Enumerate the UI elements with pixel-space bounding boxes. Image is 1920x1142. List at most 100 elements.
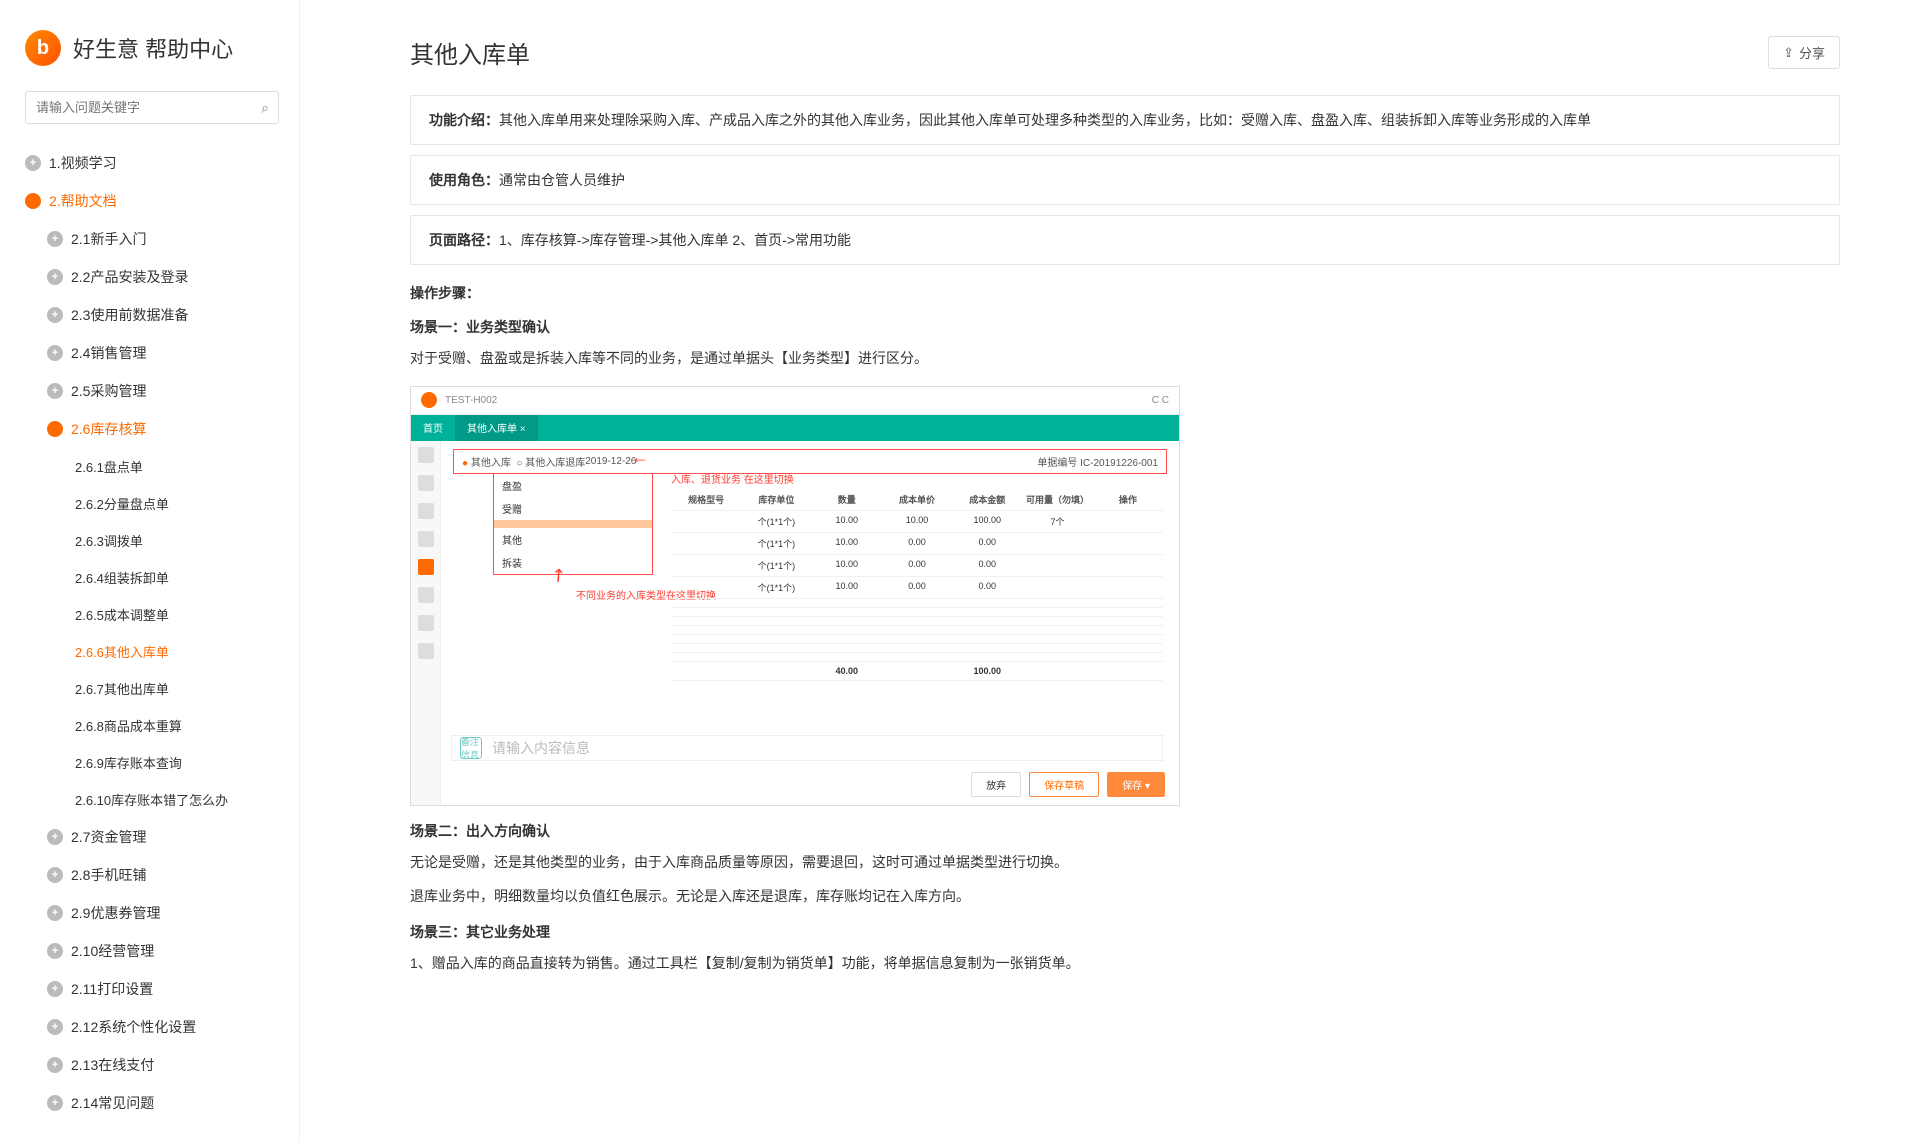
nav-2-3[interactable]: +2.3使用前数据准备: [25, 296, 279, 334]
search-input[interactable]: [25, 91, 279, 124]
nav-2-6-4[interactable]: 2.6.4组装拆卸单: [25, 559, 279, 596]
scene2-text2: 退库业务中，明细数量均以负值红色展示。无论是入库还是退库，库存账均记在入库方向。: [410, 885, 1840, 909]
nav-help-docs[interactable]: –2.帮助文档: [25, 182, 279, 220]
ss-logo-icon: [421, 392, 437, 408]
col: 成本金额: [952, 489, 1022, 510]
ss-tab-doc: 其他入库单 ×: [455, 415, 538, 441]
plus-icon: +: [47, 829, 63, 845]
nav-2-6-2[interactable]: 2.6.2分量盘点单: [25, 485, 279, 522]
rail-icon: [418, 643, 434, 659]
rail-icon: [418, 447, 434, 463]
logo-icon: b: [25, 30, 61, 66]
ss-tenant: TEST-H002: [445, 395, 497, 406]
plus-icon: +: [47, 905, 63, 921]
ss-type-row: ● 其他入库 ○ 其他入库退库 2019-12-26 单据编号 IC-20191…: [453, 449, 1167, 474]
nav-2-10[interactable]: +2.10经营管理: [25, 932, 279, 970]
role-box: 使用角色：通常由仓管人员维护: [410, 155, 1840, 205]
memo-icon: 备注信息: [460, 737, 482, 759]
intro-text: 其他入库单用来处理除采购入库、产成品入库之外的其他入库业务，因此其他入库单可处理…: [499, 112, 1591, 128]
share-button[interactable]: ⇪ 分享: [1768, 36, 1840, 69]
page-title: 其他入库单: [410, 35, 530, 70]
nav-2-7[interactable]: +2.7资金管理: [25, 818, 279, 856]
nav-label: 2.6库存核算: [71, 419, 146, 439]
scene2-title: 场景二：出入方向确认: [410, 821, 1840, 841]
ss-biztype-dropdown: 盘盈 受赠 其他 拆装: [493, 473, 653, 575]
nav-2-5[interactable]: +2.5采购管理: [25, 372, 279, 410]
nav-label: 2.6.3调拨单: [75, 531, 143, 550]
ss-memo: 备注信息 请输入内容信息: [451, 735, 1163, 761]
ss-date: 2019-12-26: [585, 456, 636, 467]
ss-docno: IC-20191226-001: [1080, 458, 1158, 469]
grid-row: [671, 644, 1163, 653]
ss-radio-return: 其他入库退库: [525, 458, 585, 469]
ss-user: C C: [1152, 395, 1169, 406]
nav-2-4[interactable]: +2.4销售管理: [25, 334, 279, 372]
nav-label: 2.4销售管理: [71, 343, 146, 363]
nav-label: 2.6.7其他出库单: [75, 679, 169, 698]
nav-2-6-10[interactable]: 2.6.10库存账本错了怎么办: [25, 781, 279, 818]
ss-appbar: TEST-H002 C C: [411, 387, 1179, 415]
grid-row: [671, 599, 1163, 608]
nav-2-2[interactable]: +2.2产品安装及登录: [25, 258, 279, 296]
col: 可用量（勿填）: [1022, 489, 1092, 510]
role-label: 使用角色：: [429, 172, 499, 188]
nav-label: 2.6.4组装拆卸单: [75, 568, 169, 587]
plus-icon: +: [47, 269, 63, 285]
nav-2-14[interactable]: +2.14常见问题: [25, 1084, 279, 1122]
scene2-text1: 无论是受赠，还是其他类型的业务，由于入库商品质量等原因，需要退回，这时可通过单据…: [410, 851, 1840, 875]
minus-icon: –: [47, 421, 63, 437]
nav-2-6-5[interactable]: 2.6.5成本调整单: [25, 596, 279, 633]
plus-icon: +: [47, 307, 63, 323]
plus-icon: +: [47, 383, 63, 399]
nav-2-8[interactable]: +2.8手机旺铺: [25, 856, 279, 894]
grid-row: [671, 653, 1163, 662]
nav-2-6-9[interactable]: 2.6.9库存账本查询: [25, 744, 279, 781]
nav-2-11[interactable]: +2.11打印设置: [25, 970, 279, 1008]
col: 操作: [1093, 489, 1163, 510]
grid-row: 个(1*1个)10.0010.00100.007个: [671, 511, 1163, 533]
nav-label: 2.6.1盘点单: [75, 457, 143, 476]
search-icon[interactable]: ⌕: [261, 99, 269, 116]
nav-2-6-6[interactable]: 2.6.6其他入库单: [25, 633, 279, 670]
logo-text: 好生意 帮助中心: [73, 32, 233, 64]
nav-2-6-7[interactable]: 2.6.7其他出库单: [25, 670, 279, 707]
sidebar: b 好生意 帮助中心 ⌕ +1.视频学习 –2.帮助文档 +2.1新手入门 +2…: [0, 0, 300, 1142]
plus-icon: +: [25, 155, 41, 171]
dd-opt: 受赠: [494, 497, 652, 520]
nav-label: 2.14常见问题: [71, 1093, 154, 1113]
grid-row: 个(1*1个)10.000.000.00: [671, 577, 1163, 599]
nav-2-13[interactable]: +2.13在线支付: [25, 1046, 279, 1084]
nav-2-6-1[interactable]: 2.6.1盘点单: [25, 448, 279, 485]
nav-label: 2.6.8商品成本重算: [75, 716, 182, 735]
nav-label: 2.6.10库存账本错了怎么办: [75, 790, 228, 809]
rail-icon: [418, 587, 434, 603]
nav-label: 2.12系统个性化设置: [71, 1017, 196, 1037]
plus-icon: +: [47, 345, 63, 361]
nav-2-6[interactable]: –2.6库存核算: [25, 410, 279, 448]
plus-icon: +: [47, 867, 63, 883]
nav-2-6-3[interactable]: 2.6.3调拨单: [25, 522, 279, 559]
grid-row: [671, 617, 1163, 626]
nav-2-12[interactable]: +2.12系统个性化设置: [25, 1008, 279, 1046]
grid-row: [671, 635, 1163, 644]
ss-left-rail: [411, 441, 441, 805]
nav-2-1[interactable]: +2.1新手入门: [25, 220, 279, 258]
grid-header: 规格型号 库存单位 数量 成本单价 成本金额 可用量（勿填） 操作: [671, 489, 1163, 511]
intro-label: 功能介绍：: [429, 112, 499, 128]
nav-2-6-8[interactable]: 2.6.8商品成本重算: [25, 707, 279, 744]
ss-annotation-1: 入库、退货业务 在这里切换: [671, 471, 794, 486]
grid-sum: 40.00100.00: [671, 662, 1163, 681]
nav-label: 2.6.5成本调整单: [75, 605, 169, 624]
col: 规格型号: [671, 489, 741, 510]
role-text: 通常由仓管人员维护: [499, 172, 625, 188]
minus-icon: –: [25, 193, 41, 209]
rail-icon: [418, 531, 434, 547]
grid-row: [671, 608, 1163, 617]
nav-label: 2.2产品安装及登录: [71, 267, 188, 287]
nav-video[interactable]: +1.视频学习: [25, 144, 279, 182]
nav-label: 2.9优惠券管理: [71, 903, 160, 923]
nav-2-9[interactable]: +2.9优惠券管理: [25, 894, 279, 932]
plus-icon: +: [47, 1095, 63, 1111]
ss-radio-in: 其他入库: [471, 458, 511, 469]
share-icon: ⇪: [1783, 45, 1794, 61]
